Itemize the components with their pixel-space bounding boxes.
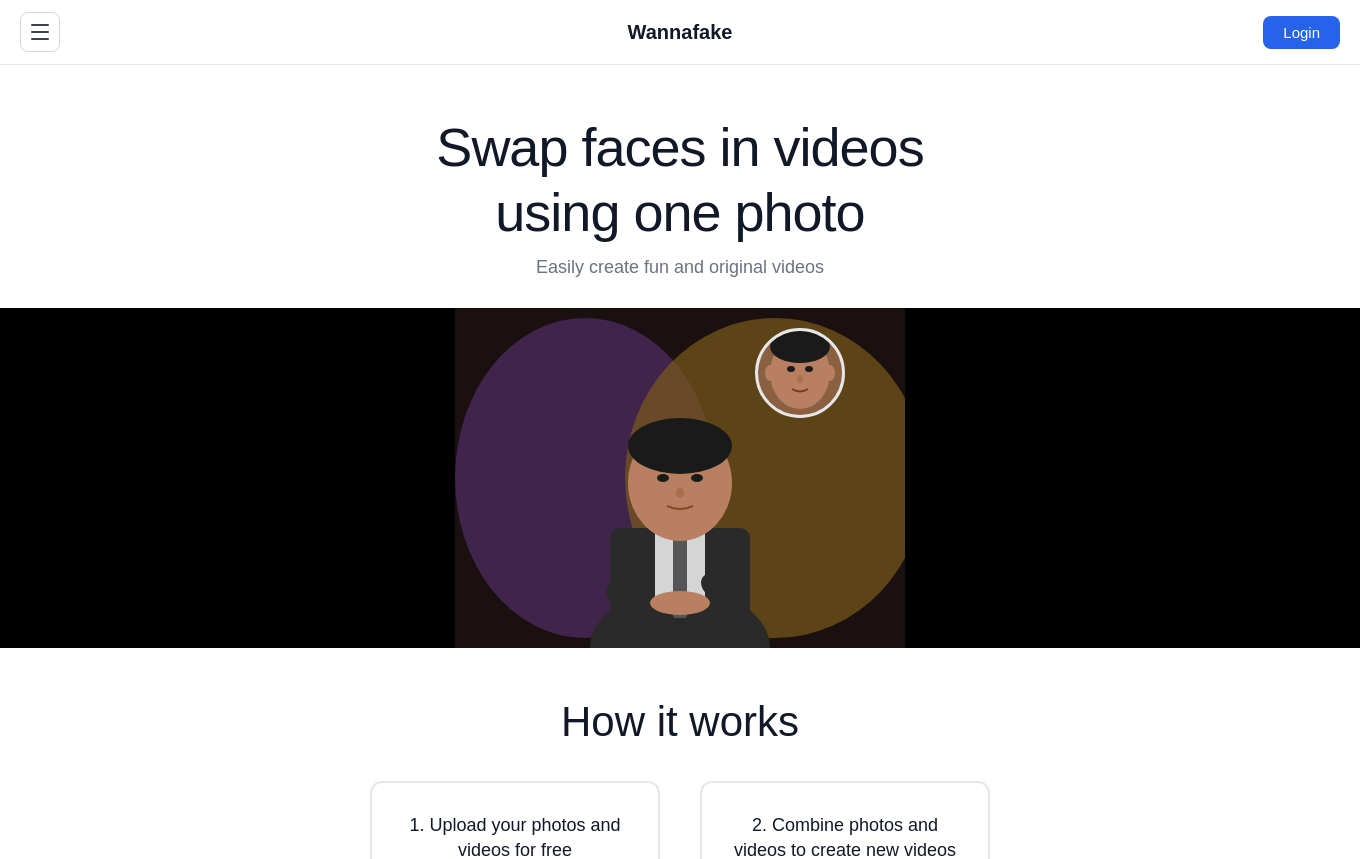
menu-button[interactable]: [20, 12, 60, 52]
cards-container: 1. Upload your photos and videos for fre…: [20, 781, 1340, 859]
hero-title: Swap faces in videos using one photo: [20, 115, 1340, 245]
menu-icon-line2: [31, 31, 49, 33]
card-combine: 2. Combine photos and videos to create n…: [700, 781, 990, 859]
how-section: How it works 1. Upload your photos and v…: [0, 648, 1360, 859]
card-upload-title: 1. Upload your photos and videos for fre…: [402, 813, 628, 859]
face-swap-image: [758, 331, 842, 415]
video-section: [0, 308, 1360, 648]
svg-point-10: [691, 474, 703, 482]
how-title: How it works: [20, 698, 1340, 746]
svg-point-22: [825, 365, 835, 381]
face-swap-circle: [755, 328, 845, 418]
video-background: [455, 308, 905, 648]
video-left-black: [0, 308, 455, 648]
hero-title-line2: using one photo: [495, 182, 864, 242]
navbar-left: [20, 12, 60, 52]
card-combine-title: 2. Combine photos and videos to create n…: [732, 813, 958, 859]
svg-point-14: [650, 591, 710, 615]
svg-point-18: [787, 366, 795, 372]
hero-section: Swap faces in videos using one photo Eas…: [0, 65, 1360, 308]
svg-point-9: [657, 474, 669, 482]
menu-icon-line3: [31, 38, 49, 40]
video-frame: [455, 308, 905, 648]
site-title: Wannafake: [628, 21, 733, 44]
hero-subtitle: Easily create fun and original videos: [20, 257, 1340, 278]
svg-point-19: [805, 366, 813, 372]
login-button[interactable]: Login: [1263, 16, 1340, 49]
video-right-black: [905, 308, 1360, 648]
menu-icon-line1: [31, 24, 49, 26]
svg-point-8: [628, 418, 732, 474]
svg-point-11: [676, 488, 684, 498]
svg-point-20: [797, 375, 803, 383]
navbar: Wannafake Login: [0, 0, 1360, 65]
svg-point-17: [770, 331, 830, 363]
card-upload: 1. Upload your photos and videos for fre…: [370, 781, 660, 859]
svg-point-21: [765, 365, 775, 381]
hero-title-line1: Swap faces in videos: [436, 117, 923, 177]
